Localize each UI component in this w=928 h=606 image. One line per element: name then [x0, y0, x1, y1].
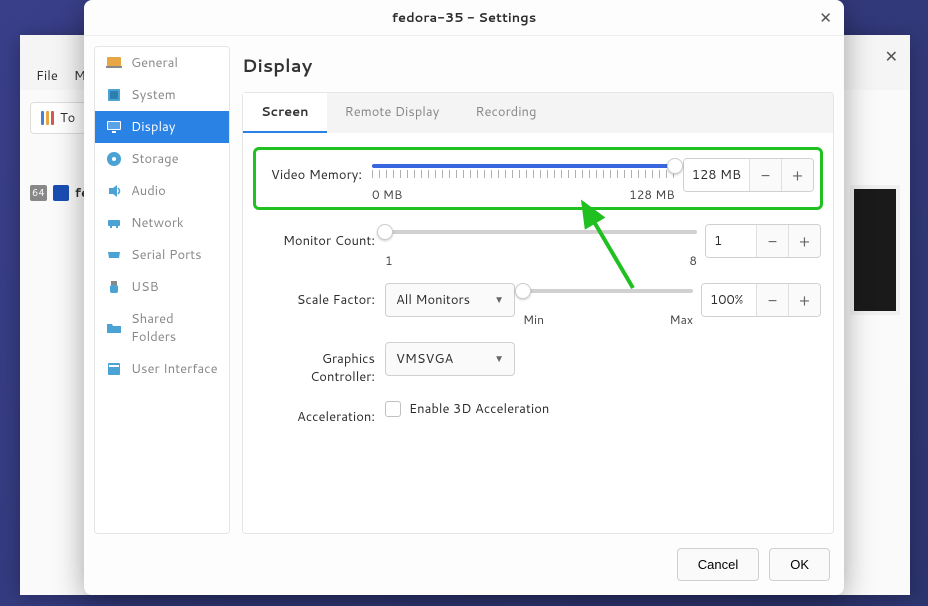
scale-factor-max: Max [670, 311, 693, 328]
video-memory-slider[interactable]: 0 MB 128 MB [372, 158, 675, 203]
settings-dialog: fedora-35 - Settings ✕ General System [84, 0, 844, 595]
scale-factor-decrement[interactable]: − [756, 284, 788, 316]
sidebar-item-display[interactable]: Display [95, 111, 229, 143]
bg-close-icon[interactable]: ✕ [885, 45, 898, 68]
close-icon[interactable]: ✕ [819, 7, 832, 28]
graphics-controller-value: VMSVGA [396, 350, 453, 368]
video-memory-decrement[interactable]: − [749, 159, 781, 191]
scale-factor-label: Scale Factor: [255, 283, 375, 309]
audio-icon [105, 182, 123, 200]
sidebar-item-audio[interactable]: Audio [95, 175, 229, 207]
bg-menu-file[interactable]: File [30, 65, 64, 87]
video-memory-min: 0 MB [372, 186, 402, 203]
network-icon [105, 214, 123, 232]
highlight-annotation: Video Memory: 0 MB [253, 147, 823, 210]
enable-3d-checkbox[interactable] [385, 401, 401, 417]
interface-icon [105, 360, 123, 378]
chevron-down-icon: ▼ [494, 293, 504, 307]
serial-icon [105, 246, 123, 264]
monitor-count-slider[interactable]: 1 8 [385, 224, 697, 269]
sidebar-item-serial[interactable]: Serial Ports [95, 239, 229, 271]
tools-icon [41, 111, 54, 125]
main-panel: Display Screen Remote Display Recording … [242, 46, 834, 534]
settings-sidebar: General System Display Storage [94, 46, 230, 534]
tabs-bar: Screen Remote Display Recording [243, 93, 833, 133]
bg-tools-button[interactable]: To [30, 102, 86, 134]
sidebar-item-label: System [131, 86, 176, 104]
bg-vm-preview [850, 185, 900, 315]
enable-3d-label: Enable 3D Acceleration [409, 400, 549, 418]
system-icon [105, 86, 123, 104]
sidebar-item-label: General [131, 54, 178, 72]
ok-button[interactable]: OK [769, 548, 830, 581]
sidebar-item-label: Network [131, 214, 184, 232]
monitor-count-max: 8 [689, 252, 697, 269]
graphics-controller-combo[interactable]: VMSVGA ▼ [385, 342, 515, 376]
tab-remote-display[interactable]: Remote Display [327, 93, 458, 133]
tabs-container: Screen Remote Display Recording Video Me… [242, 92, 834, 534]
page-title: Display [242, 46, 834, 92]
sidebar-item-label: Shared Folders [131, 310, 219, 346]
scale-factor-value[interactable]: 100% [702, 284, 756, 316]
display-icon [105, 118, 123, 136]
video-memory-spinbox: 128 MB − + [683, 158, 814, 192]
monitor-count-value[interactable]: 1 [706, 225, 756, 257]
monitor-count-decrement[interactable]: − [756, 225, 788, 257]
video-memory-max: 128 MB [629, 186, 675, 203]
usb-icon [105, 278, 123, 296]
sidebar-item-label: USB [131, 278, 159, 296]
scale-factor-increment[interactable]: + [788, 284, 820, 316]
monitor-count-increment[interactable]: + [788, 225, 820, 257]
monitor-count-min: 1 [385, 252, 393, 269]
sidebar-item-storage[interactable]: Storage [95, 143, 229, 175]
sidebar-item-label: Serial Ports [131, 246, 202, 264]
dialog-title: fedora-35 - Settings [392, 9, 536, 27]
sidebar-item-usb[interactable]: USB [95, 271, 229, 303]
scale-monitor-combo-value: All Monitors [396, 291, 470, 309]
sidebar-item-ui[interactable]: User Interface [95, 353, 229, 385]
sidebar-item-label: User Interface [131, 360, 218, 378]
sidebar-item-general[interactable]: General [95, 47, 229, 79]
cancel-button[interactable]: Cancel [677, 548, 759, 581]
scale-factor-spinbox: 100% − + [701, 283, 821, 317]
sidebar-item-label: Storage [131, 150, 179, 168]
sidebar-item-label: Display [131, 118, 176, 136]
monitor-count-label: Monitor Count: [255, 224, 375, 250]
storage-icon [105, 150, 123, 168]
general-icon [105, 54, 123, 72]
scale-factor-slider[interactable]: Min Max [523, 283, 693, 328]
video-memory-value[interactable]: 128 MB [684, 159, 749, 191]
dialog-footer: Cancel OK [84, 534, 844, 595]
monitor-count-spinbox: 1 − + [705, 224, 821, 258]
video-memory-label: Video Memory: [262, 158, 362, 184]
sidebar-item-shared[interactable]: Shared Folders [95, 303, 229, 353]
video-memory-increment[interactable]: + [781, 159, 813, 191]
sidebar-item-system[interactable]: System [95, 79, 229, 111]
sidebar-item-label: Audio [131, 182, 166, 200]
fedora-icon [53, 185, 69, 201]
tab-screen[interactable]: Screen [243, 93, 327, 133]
graphics-controller-label: Graphics Controller: [255, 342, 375, 386]
folder-icon [105, 319, 123, 337]
tab-recording[interactable]: Recording [457, 93, 554, 133]
scale-factor-min: Min [523, 311, 544, 328]
chevron-down-icon: ▼ [494, 352, 504, 366]
sidebar-item-network[interactable]: Network [95, 207, 229, 239]
tab-content-screen: Video Memory: 0 MB [243, 133, 833, 440]
scale-monitor-combo[interactable]: All Monitors ▼ [385, 283, 515, 317]
acceleration-label: Acceleration: [255, 400, 375, 426]
dialog-titlebar: fedora-35 - Settings ✕ [84, 0, 844, 36]
